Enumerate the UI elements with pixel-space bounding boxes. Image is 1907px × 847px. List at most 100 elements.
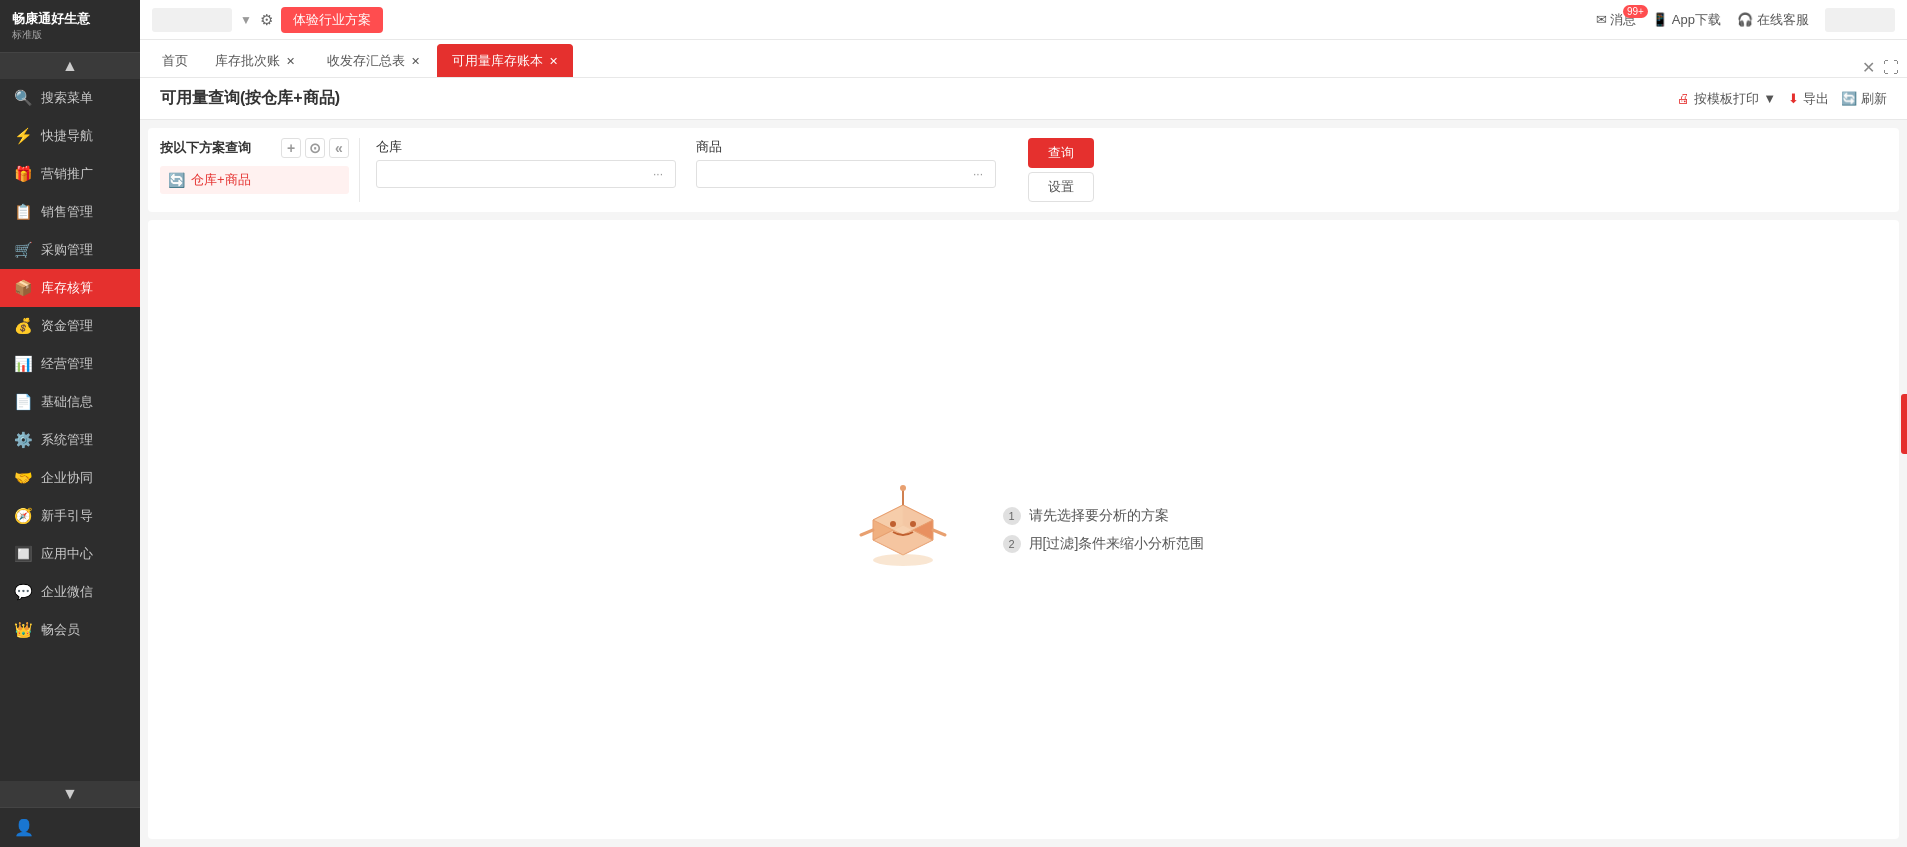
sidebar-item-inventory-check[interactable]: 📦 库存核算 bbox=[0, 269, 140, 307]
sidebar-item-label: 经营管理 bbox=[41, 355, 93, 373]
message-badge: 99+ bbox=[1623, 5, 1648, 18]
filter-add-btn[interactable]: + bbox=[281, 138, 301, 158]
sidebar-item-label: 企业微信 bbox=[41, 583, 93, 601]
svg-point-10 bbox=[873, 554, 933, 566]
filter-field-goods: 商品 ··· bbox=[696, 138, 996, 188]
filter-option-label: 仓库+商品 bbox=[191, 171, 251, 189]
print-btn[interactable]: 🖨 按模板打印 ▼ bbox=[1677, 90, 1776, 108]
header-app-download-btn[interactable]: 📱 App下载 bbox=[1652, 11, 1721, 29]
warehouse-label: 仓库 bbox=[376, 138, 676, 156]
goods-more-btn[interactable]: ··· bbox=[969, 165, 987, 183]
header-industry-btn[interactable]: 体验行业方案 bbox=[281, 7, 383, 33]
sidebar-item-label: 搜索菜单 bbox=[41, 89, 93, 107]
app-center-icon: 🔲 bbox=[14, 545, 33, 563]
inventory-icon: 📦 bbox=[14, 279, 33, 297]
empty-illustration bbox=[843, 470, 963, 590]
tab-expand-btn[interactable]: ⛶ bbox=[1883, 59, 1899, 77]
filter-left: 按以下方案查询 + ⊙ « 🔄 仓库+商品 bbox=[160, 138, 360, 202]
empty-hint-1: 1 请先选择要分析的方案 bbox=[1003, 507, 1205, 525]
sidebar-item-finance-mgmt[interactable]: 💰 资金管理 bbox=[0, 307, 140, 345]
sidebar-scroll-up[interactable]: ▲ bbox=[0, 53, 140, 79]
empty-hint-2: 2 用[过滤]条件来缩小分析范围 bbox=[1003, 535, 1205, 553]
filter-action-icons: + ⊙ « bbox=[281, 138, 349, 158]
sidebar-item-label: 应用中心 bbox=[41, 545, 93, 563]
hint-text-2: 用[过滤]条件来缩小分析范围 bbox=[1029, 535, 1205, 553]
print-icon: 🖨 bbox=[1677, 91, 1690, 106]
tab-available-ledger-close[interactable]: ✕ bbox=[549, 55, 558, 68]
sidebar-item-label: 营销推广 bbox=[41, 165, 93, 183]
tab-available-ledger-label: 可用量库存账本 bbox=[452, 52, 543, 70]
sidebar-item-label: 畅会员 bbox=[41, 621, 80, 639]
sidebar-item-label: 资金管理 bbox=[41, 317, 93, 335]
tab-receive-summary-close[interactable]: ✕ bbox=[411, 55, 420, 68]
filter-option-icon: 🔄 bbox=[168, 172, 185, 188]
warehouse-more-btn[interactable]: ··· bbox=[649, 165, 667, 183]
header-dropdown-btn[interactable]: ▼ bbox=[240, 13, 252, 27]
hint-number-1: 1 bbox=[1003, 507, 1021, 525]
tab-bar: 首页 库存批次账 ✕ 收发存汇总表 ✕ 可用量库存账本 ✕ ✕ ⛶ bbox=[140, 40, 1907, 78]
tab-home[interactable]: 首页 bbox=[150, 45, 200, 77]
export-btn[interactable]: ⬇ 导出 bbox=[1788, 90, 1829, 108]
header-settings-btn[interactable]: ⚙ bbox=[260, 11, 273, 29]
sidebar-item-system-mgmt[interactable]: ⚙️ 系统管理 bbox=[0, 421, 140, 459]
guide-icon: 🧭 bbox=[14, 507, 33, 525]
tab-batch-account-label: 库存批次账 bbox=[215, 52, 280, 70]
header-message-btn[interactable]: ✉ 消息 99+ bbox=[1596, 11, 1636, 29]
tab-close-btn[interactable]: ✕ bbox=[1862, 58, 1875, 77]
filter-settings-btn[interactable]: ⊙ bbox=[305, 138, 325, 158]
sidebar-item-label: 销售管理 bbox=[41, 203, 93, 221]
sidebar-item-app-center[interactable]: 🔲 应用中心 bbox=[0, 535, 140, 573]
sidebar-user-info[interactable]: 👤 bbox=[0, 807, 140, 847]
header-user-btn[interactable] bbox=[1825, 8, 1895, 32]
page-title-bar: 可用量查询(按仓库+商品) 🖨 按模板打印 ▼ ⬇ 导出 🔄 刷新 bbox=[140, 78, 1907, 120]
print-btn-label: 按模板打印 bbox=[1694, 90, 1759, 108]
warehouse-input-container: ··· bbox=[376, 160, 676, 188]
home-tab-label: 首页 bbox=[162, 53, 188, 68]
tab-batch-account[interactable]: 库存批次账 ✕ bbox=[200, 44, 310, 77]
print-dropdown-icon[interactable]: ▼ bbox=[1763, 91, 1776, 106]
sidebar-item-shortcut[interactable]: ⚡ 快捷导航 bbox=[0, 117, 140, 155]
sidebar-item-enterprise-collab[interactable]: 🤝 企业协同 bbox=[0, 459, 140, 497]
sidebar-item-search[interactable]: 🔍 搜索菜单 bbox=[0, 79, 140, 117]
query-btn[interactable]: 查询 bbox=[1028, 138, 1094, 168]
tab-receive-summary[interactable]: 收发存汇总表 ✕ bbox=[312, 44, 435, 77]
sidebar-scroll-down[interactable]: ▼ bbox=[0, 781, 140, 807]
filter-option-warehouse-goods[interactable]: 🔄 仓库+商品 bbox=[160, 166, 349, 194]
sidebar-item-purchase-mgmt[interactable]: 🛒 采购管理 bbox=[0, 231, 140, 269]
sidebar-item-sales-mgmt[interactable]: 📋 销售管理 bbox=[0, 193, 140, 231]
filter-collapse-btn[interactable]: « bbox=[329, 138, 349, 158]
sidebar-logo: 畅康通好生意 标准版 bbox=[0, 0, 140, 53]
export-btn-label: 导出 bbox=[1803, 90, 1829, 108]
sidebar-logo-title: 畅康通好生意 bbox=[12, 10, 128, 28]
refresh-btn[interactable]: 🔄 刷新 bbox=[1841, 90, 1887, 108]
goods-input-container: ··· bbox=[696, 160, 996, 188]
hint-text-1: 请先选择要分析的方案 bbox=[1029, 507, 1169, 525]
sidebar-item-label: 基础信息 bbox=[41, 393, 93, 411]
page-content: 可用量查询(按仓库+商品) 🖨 按模板打印 ▼ ⬇ 导出 🔄 刷新 bbox=[140, 78, 1907, 847]
header-online-service-btn[interactable]: 🎧 在线客服 bbox=[1737, 11, 1809, 29]
sidebar-item-basic-info[interactable]: 📄 基础信息 bbox=[0, 383, 140, 421]
sidebar-item-enterprise-wechat[interactable]: 💬 企业微信 bbox=[0, 573, 140, 611]
main-body: 1 请先选择要分析的方案 2 用[过滤]条件来缩小分析范围 bbox=[148, 220, 1899, 839]
warehouse-input[interactable] bbox=[385, 167, 649, 182]
service-icon: 🎧 bbox=[1737, 12, 1753, 27]
export-icon: ⬇ bbox=[1788, 91, 1799, 106]
sales-icon: 📋 bbox=[14, 203, 33, 221]
filter-settings-btn[interactable]: 设置 bbox=[1028, 172, 1094, 202]
tab-available-ledger[interactable]: 可用量库存账本 ✕ bbox=[437, 44, 573, 77]
wechat-icon: 💬 bbox=[14, 583, 33, 601]
sidebar-item-marketing-promo[interactable]: 🎁 营销推广 bbox=[0, 155, 140, 193]
tab-batch-account-close[interactable]: ✕ bbox=[286, 55, 295, 68]
sidebar-item-member[interactable]: 👑 畅会员 bbox=[0, 611, 140, 649]
page-actions: 🖨 按模板打印 ▼ ⬇ 导出 🔄 刷新 bbox=[1677, 90, 1887, 108]
sidebar-item-label: 企业协同 bbox=[41, 469, 93, 487]
sidebar-item-new-user-guide[interactable]: 🧭 新手引导 bbox=[0, 497, 140, 535]
sidebar-logo-subtitle: 标准版 bbox=[12, 28, 128, 42]
svg-line-8 bbox=[861, 530, 873, 535]
member-icon: 👑 bbox=[14, 621, 33, 639]
refresh-icon: 🔄 bbox=[1841, 91, 1857, 106]
goods-input[interactable] bbox=[705, 167, 969, 182]
svg-point-7 bbox=[900, 485, 906, 491]
filter-title-label: 按以下方案查询 bbox=[160, 139, 251, 157]
sidebar-item-operations-mgmt[interactable]: 📊 经营管理 bbox=[0, 345, 140, 383]
